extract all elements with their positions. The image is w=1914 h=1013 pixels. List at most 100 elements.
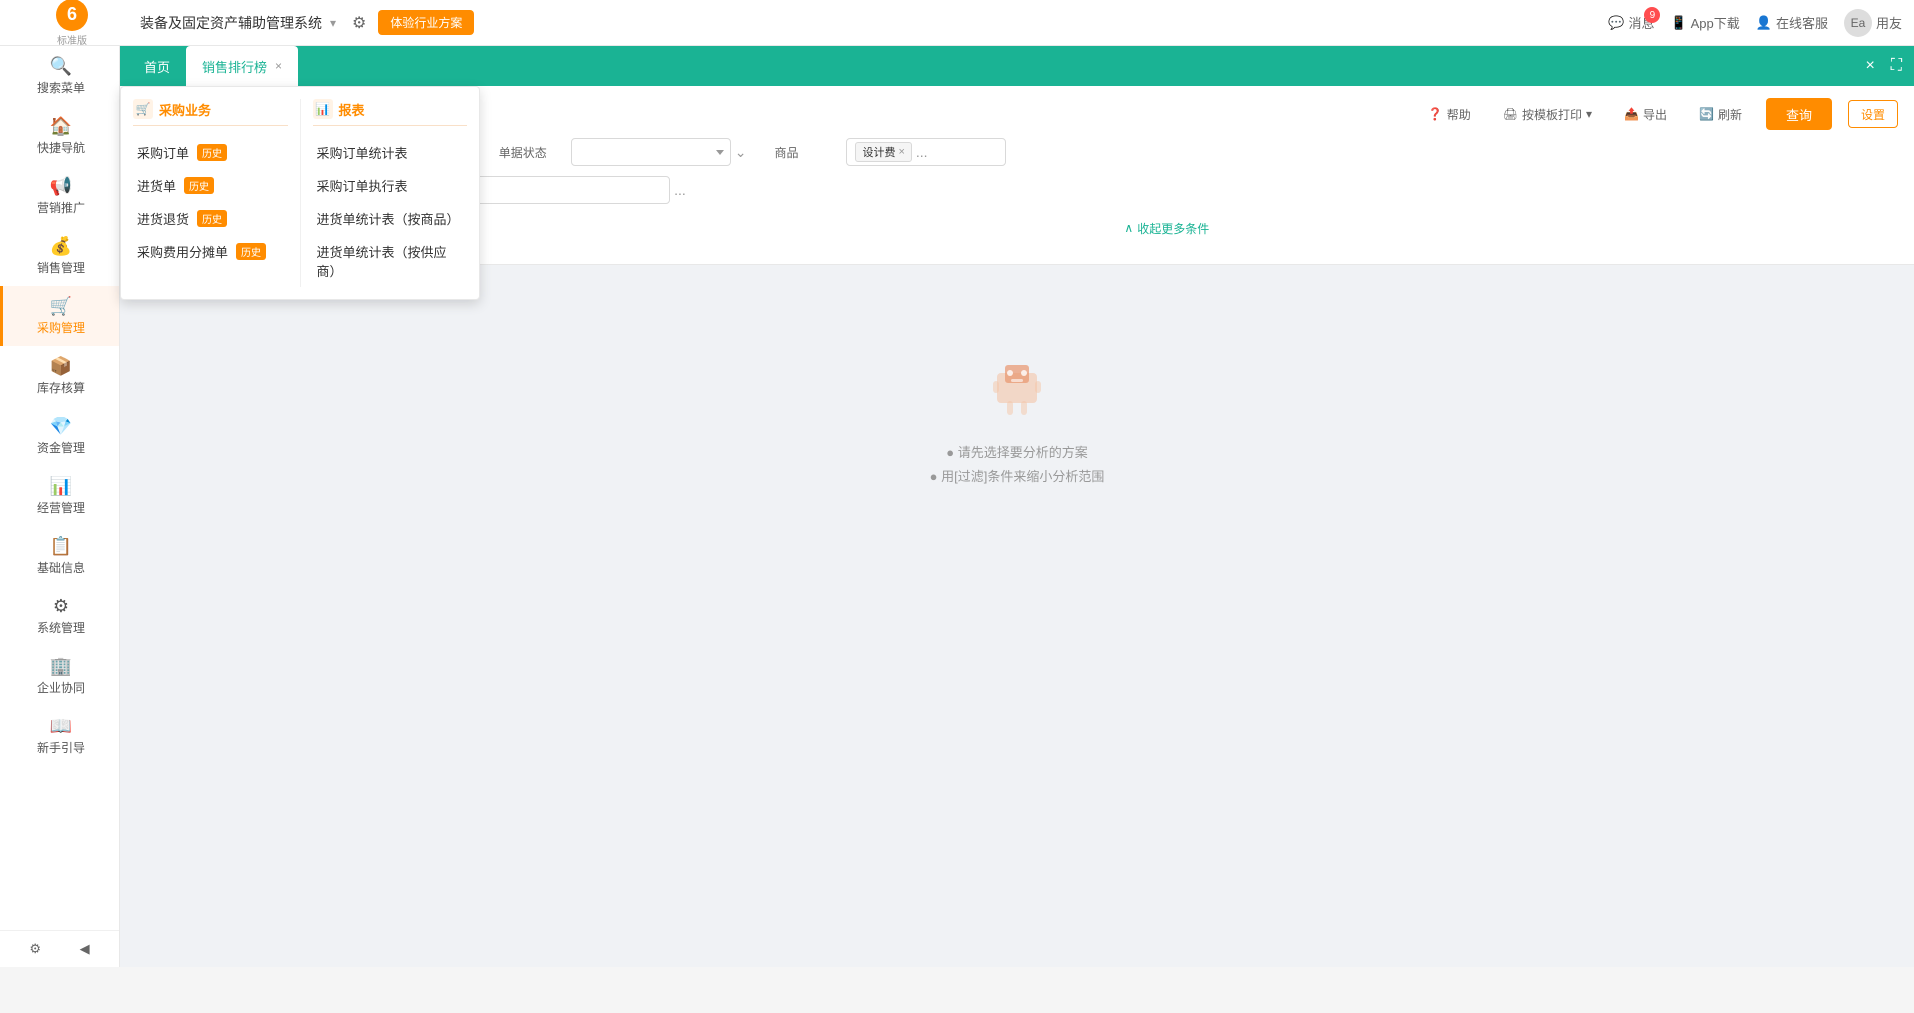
tab-bar: 首页 销售排行榜 × × ⛶ <box>120 46 1914 86</box>
sidebar-item-label: 资金管理 <box>37 439 85 456</box>
home-icon: 🏠 <box>50 116 72 137</box>
menu-item-goods-in[interactable]: 进货单 历史 <box>133 169 288 202</box>
menu-item-goods-in-stats-product[interactable]: 进货单统计表（按商品） <box>313 202 468 235</box>
export-icon: 📤 <box>1624 107 1639 121</box>
purchase-icon: 🛒 <box>50 296 72 317</box>
report-menu-section: 📊 报表 采购订单统计表 采购订单执行表 进货单统计表（按商品） 进货单统计表（… <box>300 99 480 287</box>
export-btn[interactable]: 📤 导出 <box>1616 102 1675 127</box>
voucher-status-more[interactable]: ⌄ <box>735 144 747 161</box>
goods-tag-close[interactable]: × <box>898 146 904 158</box>
online-service-label: 在线客服 <box>1776 13 1828 32</box>
goods-tag: 设计费 × <box>855 142 911 162</box>
tab-sales-ranking-label: 销售排行榜 <box>202 57 267 76</box>
menu-item-purchase-order-exec[interactable]: 采购订单执行表 <box>313 169 468 202</box>
print-icon: 🖨 <box>1503 107 1518 121</box>
purchase-section-label: 采购业务 <box>159 100 211 119</box>
sidebar: 🔍 搜索菜单 🏠 快捷导航 📢 营销推广 💰 销售管理 🛒 采购管理 📦 库存核… <box>0 46 120 967</box>
sidebar-item-inventory[interactable]: 📦 库存核算 <box>0 346 119 406</box>
goods-in-history: 历史 <box>184 177 214 194</box>
sidebar-item-finance[interactable]: 💎 资金管理 <box>0 406 119 466</box>
sidebar-item-guide[interactable]: 📖 新手引导 <box>0 706 119 766</box>
tab-sales-ranking[interactable]: 销售排行榜 × <box>186 46 298 86</box>
top-right: 💬 消息 9 📱 App下载 👤 在线客服 Ea 用友 <box>1608 9 1902 37</box>
goods-in-stats-supplier-label: 进货单统计表（按供应商） <box>317 242 464 280</box>
goods-in-stats-product-label: 进货单统计表（按商品） <box>317 209 460 228</box>
top-bar: 6 标准版 装备及固定资产辅助管理系统 ▾ ⚙ 体验行业方案 💬 消息 9 📱 … <box>0 0 1914 46</box>
empty-tip-2: ● 用[过滤]条件来缩小分析范围 <box>930 465 1105 489</box>
sidebar-item-purchase[interactable]: 🛒 采购管理 <box>0 286 119 346</box>
logo-icon: 6 <box>56 0 88 31</box>
report-section-title: 📊 报表 <box>313 99 468 126</box>
system-settings-icon[interactable]: ⚙ <box>352 13 366 33</box>
sidebar-collapse-icon[interactable]: ◀ <box>80 941 90 957</box>
app-download-icon: 📱 <box>1670 15 1686 31</box>
sidebar-settings-icon[interactable]: ⚙ <box>29 941 41 957</box>
logo-area: 6 标准版 <box>12 0 132 47</box>
print-label: 按模板打印 <box>1522 106 1582 123</box>
salesman-input[interactable] <box>470 176 670 204</box>
inventory-icon: 📦 <box>50 356 72 377</box>
finance-icon: 💎 <box>50 416 72 437</box>
purchase-expense-history: 历史 <box>236 243 266 260</box>
goods-return-label: 进货退货 <box>137 209 189 228</box>
sidebar-item-basic-info[interactable]: 📋 基础信息 <box>0 526 119 586</box>
tab-close-icon[interactable]: × <box>275 59 282 73</box>
industry-btn[interactable]: 体验行业方案 <box>378 10 474 35</box>
search-icon: 🔍 <box>50 56 72 77</box>
online-service-item[interactable]: 👤 在线客服 <box>1756 13 1828 32</box>
goods-in-label: 进货单 <box>137 176 176 195</box>
menu-item-purchase-order-stats[interactable]: 采购订单统计表 <box>313 136 468 169</box>
collapse-btn[interactable]: ∧ 收起更多条件 <box>1124 220 1209 237</box>
system-title-text: 装备及固定资产辅助管理系统 <box>140 13 322 33</box>
sidebar-item-sales[interactable]: 💰 销售管理 <box>0 226 119 286</box>
sidebar-item-label: 搜索菜单 <box>37 79 85 96</box>
menu-item-goods-return[interactable]: 进货退货 历史 <box>133 202 288 235</box>
sidebar-item-label: 经营管理 <box>37 499 85 516</box>
tab-close-window-icon[interactable]: × <box>1861 53 1878 79</box>
sidebar-item-quick-nav[interactable]: 🏠 快捷导航 <box>0 106 119 166</box>
sidebar-item-label: 基础信息 <box>37 559 85 576</box>
menu-item-purchase-order[interactable]: 采购订单 历史 <box>133 136 288 169</box>
sidebar-item-enterprise[interactable]: 🏢 企业协同 <box>0 646 119 706</box>
refresh-label: 刷新 <box>1718 106 1742 123</box>
app-download-label: App下载 <box>1691 13 1740 32</box>
help-label: 帮助 <box>1447 106 1471 123</box>
sidebar-item-label: 库存核算 <box>37 379 85 396</box>
sidebar-item-label: 系统管理 <box>37 619 85 636</box>
app-download-item[interactable]: 📱 App下载 <box>1670 13 1739 32</box>
sidebar-item-system[interactable]: ⚙ 系统管理 <box>0 586 119 646</box>
enterprise-icon: 🏢 <box>50 656 72 677</box>
goods-more[interactable]: ... <box>916 144 928 160</box>
user-item[interactable]: Ea 用友 <box>1844 9 1902 37</box>
query-button[interactable]: 查询 <box>1766 98 1832 130</box>
message-item[interactable]: 💬 消息 9 <box>1608 13 1654 32</box>
user-label: 用友 <box>1876 13 1902 32</box>
purchase-order-history: 历史 <box>197 144 227 161</box>
tab-home-label: 首页 <box>144 57 170 76</box>
menu-item-purchase-expense[interactable]: 采购费用分摊单 历史 <box>133 235 288 268</box>
help-btn[interactable]: ❓ 帮助 <box>1420 102 1479 127</box>
sidebar-item-label: 企业协同 <box>37 679 85 696</box>
salesman-more[interactable]: ... <box>674 182 686 198</box>
tab-bar-right: × ⛶ <box>1861 53 1906 79</box>
print-dropdown-icon[interactable]: ▾ <box>1586 107 1592 121</box>
system-title-area: 装备及固定资产辅助管理系统 ▾ ⚙ <box>140 13 366 33</box>
tab-expand-icon[interactable]: ⛶ <box>1887 53 1906 79</box>
tab-home[interactable]: 首页 <box>128 46 186 86</box>
settings-button[interactable]: 设置 <box>1848 100 1898 128</box>
message-badge: 9 <box>1644 7 1660 23</box>
sidebar-item-marketing[interactable]: 📢 营销推广 <box>0 166 119 226</box>
purchase-order-exec-label: 采购订单执行表 <box>317 176 408 195</box>
empty-tip-1: ● 请先选择要分析的方案 <box>946 441 1088 465</box>
print-btn[interactable]: 🖨 按模板打印 ▾ <box>1495 102 1600 127</box>
refresh-btn[interactable]: 🔄 刷新 <box>1691 102 1750 127</box>
sidebar-item-label: 营销推广 <box>37 199 85 216</box>
sidebar-item-operation[interactable]: 📊 经营管理 <box>0 466 119 526</box>
system-title-dropdown[interactable]: ▾ <box>330 16 336 30</box>
menu-item-goods-in-stats-supplier[interactable]: 进货单统计表（按供应商） <box>313 235 468 287</box>
goods-filter[interactable]: 设计费 × ... <box>846 138 1006 166</box>
sidebar-item-search[interactable]: 🔍 搜索菜单 <box>0 46 119 106</box>
marketing-icon: 📢 <box>50 176 72 197</box>
voucher-status-select[interactable] <box>571 138 731 166</box>
salesman-filter: ... <box>470 176 686 204</box>
